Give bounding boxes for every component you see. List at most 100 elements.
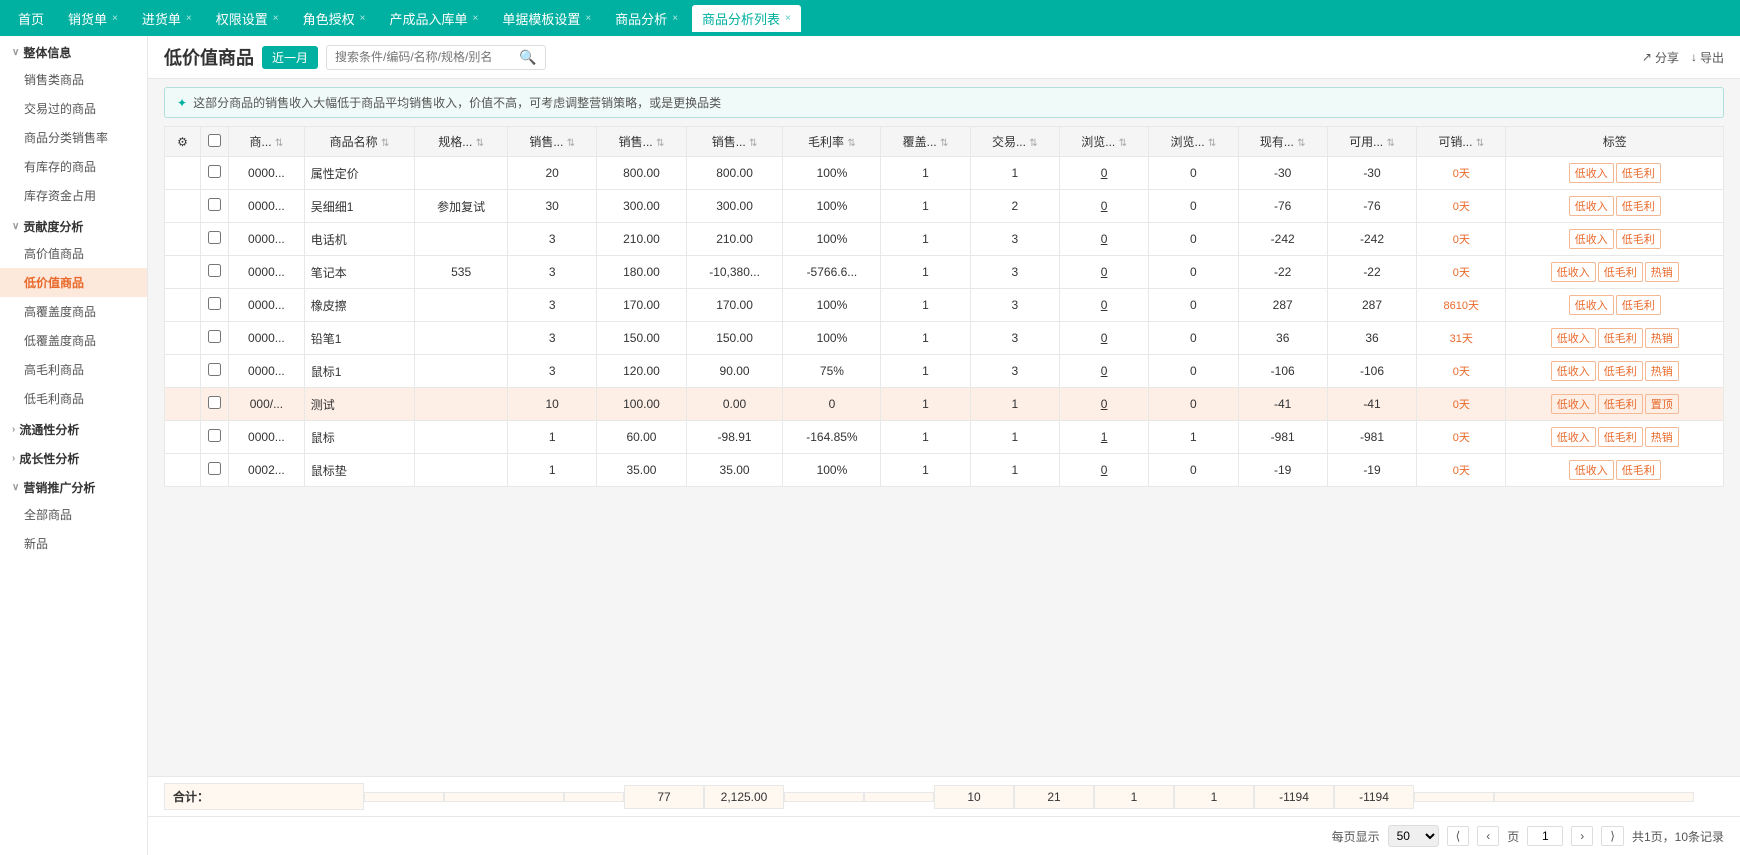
- sidebar-group-contribution[interactable]: ∨ 贡献度分析: [0, 210, 147, 239]
- nav-analysis-list[interactable]: 商品分析列表 ×: [692, 5, 801, 32]
- views1-link[interactable]: 0: [1101, 199, 1108, 213]
- nav-template-settings[interactable]: 单据模板设置 ×: [492, 5, 601, 32]
- col-checkbox-cell[interactable]: [201, 388, 229, 421]
- col-checkbox-cell[interactable]: [201, 289, 229, 322]
- col-checkbox-cell[interactable]: [201, 322, 229, 355]
- per-page-select[interactable]: 50 100 200: [1388, 825, 1439, 847]
- col-checkbox[interactable]: [201, 127, 229, 157]
- views1-link[interactable]: 0: [1101, 364, 1108, 378]
- sidebar-group-marketing[interactable]: ∨ 营销推广分析: [0, 471, 147, 500]
- row-checkbox[interactable]: [208, 165, 221, 178]
- nav-permissions[interactable]: 权限设置 ×: [206, 5, 289, 32]
- views1-link[interactable]: 0: [1101, 232, 1108, 246]
- sidebar-group-growth[interactable]: › 成长性分析: [0, 442, 147, 471]
- views1-link[interactable]: 0: [1101, 397, 1108, 411]
- col-views1-cell[interactable]: 0: [1059, 256, 1148, 289]
- col-views1-cell[interactable]: 1: [1059, 421, 1148, 454]
- product-tag: 低毛利: [1598, 262, 1643, 282]
- col-amount-cell: 35.00: [597, 454, 686, 487]
- row-checkbox[interactable]: [208, 396, 221, 409]
- sidebar-item-new-products[interactable]: 新品: [0, 529, 147, 558]
- nav-role-auth[interactable]: 角色授权 ×: [293, 5, 376, 32]
- page-input[interactable]: [1527, 826, 1563, 846]
- col-code-cell: 0002...: [229, 454, 305, 487]
- search-icon[interactable]: 🔍: [519, 49, 536, 66]
- row-checkbox[interactable]: [208, 231, 221, 244]
- sidebar-item-low-coverage[interactable]: 低覆盖度商品: [0, 326, 147, 355]
- collapse-overview-icon[interactable]: ∨: [12, 47, 19, 58]
- sidebar-item-high-coverage[interactable]: 高覆盖度商品: [0, 297, 147, 326]
- sidebar-item-all-products[interactable]: 全部商品: [0, 500, 147, 529]
- collapse-contribution-icon[interactable]: ∨: [12, 221, 19, 232]
- next-page-button[interactable]: ›: [1571, 826, 1593, 846]
- product-tag: 热销: [1645, 262, 1679, 282]
- col-available-cell: -19: [1327, 454, 1416, 487]
- first-page-button[interactable]: ⟨: [1447, 826, 1470, 846]
- col-checkbox-cell[interactable]: [201, 256, 229, 289]
- collapse-growth-icon[interactable]: ›: [12, 453, 15, 464]
- sidebar-item-high-value[interactable]: 高价值商品: [0, 239, 147, 268]
- row-checkbox[interactable]: [208, 330, 221, 343]
- col-checkbox-cell[interactable]: [201, 157, 229, 190]
- row-checkbox[interactable]: [208, 429, 221, 442]
- views1-link[interactable]: 0: [1101, 331, 1108, 345]
- sidebar-item-traded-products[interactable]: 交易过的商品: [0, 94, 147, 123]
- sidebar-item-stock-value[interactable]: 库存资金占用: [0, 181, 147, 210]
- col-spec-cell: [415, 388, 508, 421]
- col-views1-cell[interactable]: 0: [1059, 322, 1148, 355]
- sidebar-item-high-margin[interactable]: 高毛利商品: [0, 355, 147, 384]
- col-checkbox-cell[interactable]: [201, 421, 229, 454]
- sidebar-item-low-value[interactable]: 低价值商品: [0, 268, 147, 297]
- last-page-button[interactable]: ⟩: [1601, 826, 1624, 846]
- col-settings-cell: [165, 388, 201, 421]
- views1-link[interactable]: 0: [1101, 166, 1108, 180]
- col-views1-cell[interactable]: 0: [1059, 190, 1148, 223]
- col-checkbox-cell[interactable]: [201, 355, 229, 388]
- col-code-cell: 0000...: [229, 355, 305, 388]
- col-views1-cell[interactable]: 0: [1059, 454, 1148, 487]
- time-filter-button[interactable]: 近一月: [262, 46, 318, 69]
- col-settings-cell: [165, 355, 201, 388]
- row-checkbox[interactable]: [208, 297, 221, 310]
- export-button[interactable]: ↓ 导出: [1691, 49, 1724, 66]
- nav-product-analysis[interactable]: 商品分析 ×: [605, 5, 688, 32]
- col-tags-cell: 低收入低毛利热销: [1506, 256, 1724, 289]
- views1-link[interactable]: 1: [1101, 430, 1108, 444]
- col-views1-cell[interactable]: 0: [1059, 289, 1148, 322]
- views1-link[interactable]: 0: [1101, 265, 1108, 279]
- views1-link[interactable]: 0: [1101, 463, 1108, 477]
- row-checkbox[interactable]: [208, 264, 221, 277]
- nav-sales[interactable]: 销货单 ×: [58, 5, 128, 32]
- prev-page-button[interactable]: ‹: [1477, 826, 1499, 846]
- col-settings[interactable]: ⚙: [165, 127, 201, 157]
- sidebar-group-circulation[interactable]: › 流通性分析: [0, 413, 147, 442]
- sidebar-item-category-rate[interactable]: 商品分类销售率: [0, 123, 147, 152]
- col-coverage: 覆盖... ⇅: [881, 127, 970, 157]
- col-tags-cell: 低收入低毛利: [1506, 454, 1724, 487]
- col-views1-cell[interactable]: 0: [1059, 223, 1148, 256]
- row-checkbox[interactable]: [208, 363, 221, 376]
- nav-home[interactable]: 首页: [8, 5, 54, 32]
- nav-purchase[interactable]: 进货单 ×: [132, 5, 202, 32]
- select-all-checkbox[interactable]: [208, 134, 221, 147]
- share-button[interactable]: ↗ 分享: [1642, 49, 1679, 66]
- row-checkbox[interactable]: [208, 462, 221, 475]
- sidebar-item-sales-products[interactable]: 销售类商品: [0, 65, 147, 94]
- col-views1-cell[interactable]: 0: [1059, 388, 1148, 421]
- sidebar-item-low-margin[interactable]: 低毛利商品: [0, 384, 147, 413]
- collapse-marketing-icon[interactable]: ∨: [12, 482, 19, 493]
- sidebar-item-stock-products[interactable]: 有库存的商品: [0, 152, 147, 181]
- views1-link[interactable]: 0: [1101, 298, 1108, 312]
- col-checkbox-cell[interactable]: [201, 454, 229, 487]
- search-input[interactable]: [335, 50, 515, 64]
- col-views1-cell[interactable]: 0: [1059, 355, 1148, 388]
- col-margin: 毛利率 ⇅: [783, 127, 881, 157]
- col-views1-cell[interactable]: 0: [1059, 157, 1148, 190]
- col-checkbox-cell[interactable]: [201, 223, 229, 256]
- table-container[interactable]: ⚙ 商... ⇅ 商品名称 ⇅ 规格... ⇅ 销售... ⇅ 销售... ⇅ …: [148, 126, 1740, 776]
- nav-product-storage[interactable]: 产成品入库单 ×: [379, 5, 488, 32]
- col-checkbox-cell[interactable]: [201, 190, 229, 223]
- row-checkbox[interactable]: [208, 198, 221, 211]
- sidebar-group-overview[interactable]: ∨ 整体信息: [0, 36, 147, 65]
- collapse-circulation-icon[interactable]: ›: [12, 424, 15, 435]
